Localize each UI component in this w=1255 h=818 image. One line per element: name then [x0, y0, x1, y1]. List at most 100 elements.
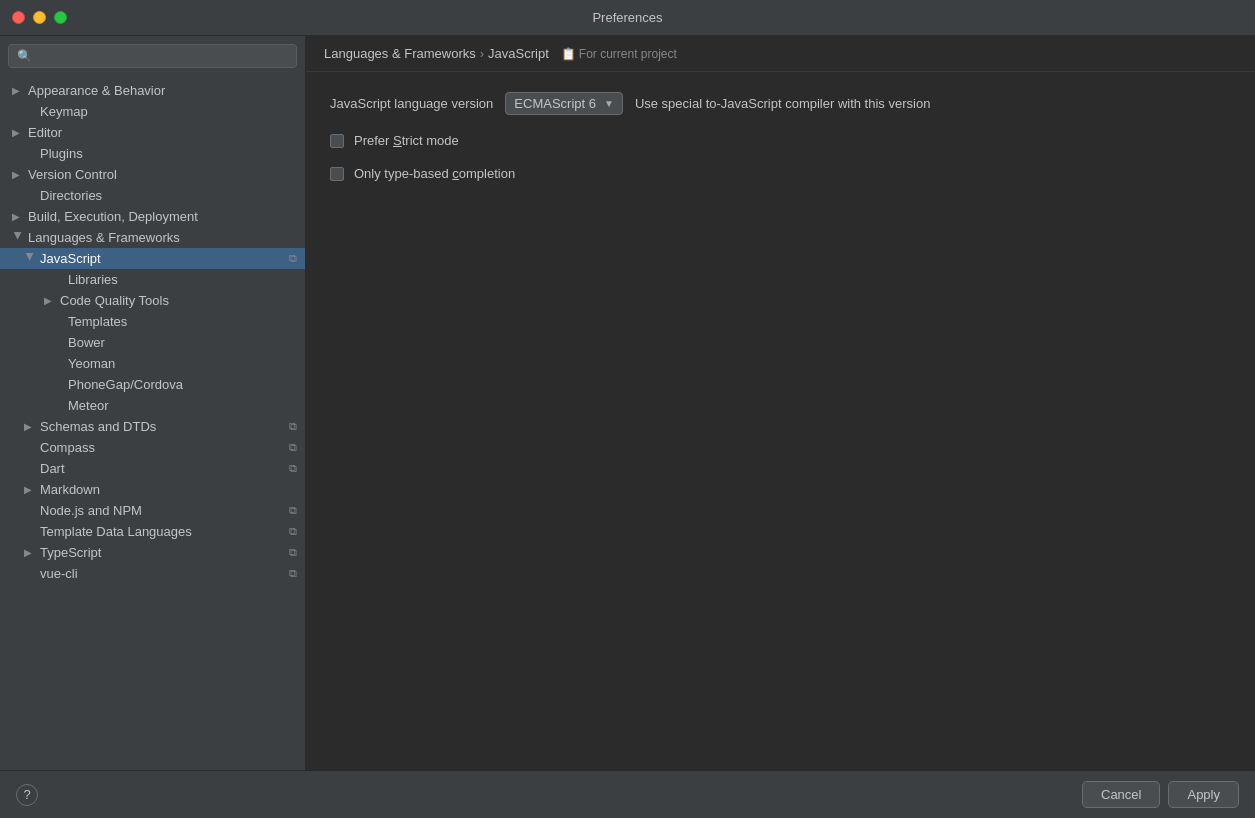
- cancel-button[interactable]: Cancel: [1082, 781, 1160, 808]
- sidebar-item-label: Keymap: [40, 104, 88, 119]
- close-button[interactable]: [12, 11, 25, 24]
- sidebar-item-label: Bower: [68, 335, 105, 350]
- js-version-value: ECMAScript 6: [514, 96, 596, 111]
- sidebar-item-code-quality-tools[interactable]: ▶ Code Quality Tools: [0, 290, 305, 311]
- copy-icon: ⧉: [289, 462, 297, 475]
- title-bar: Preferences: [0, 0, 1255, 36]
- sidebar-item-libraries[interactable]: ▶ Libraries: [0, 269, 305, 290]
- copy-icon: ⧉: [289, 525, 297, 538]
- expand-arrow: ▶: [12, 85, 24, 96]
- copy-icon: ⧉: [289, 567, 297, 580]
- sidebar-item-label: PhoneGap/Cordova: [68, 377, 183, 392]
- copy-icon: ⧉: [289, 546, 297, 559]
- copy-icon: ⧉: [289, 252, 297, 265]
- copy-icon: ⧉: [289, 504, 297, 517]
- search-input[interactable]: [38, 49, 288, 63]
- sidebar-item-label: Schemas and DTDs: [40, 419, 156, 434]
- sidebar-item-label: Appearance & Behavior: [28, 83, 165, 98]
- sidebar-item-label: Dart: [40, 461, 65, 476]
- bottom-buttons: Cancel Apply: [1082, 781, 1239, 808]
- main-panel: Languages & Frameworks › JavaScript 📋 Fo…: [306, 36, 1255, 770]
- sidebar-item-plugins[interactable]: ▶ Plugins: [0, 143, 305, 164]
- project-badge: 📋 For current project: [561, 47, 677, 61]
- bottom-bar: ? Cancel Apply: [0, 770, 1255, 818]
- strict-underline: S: [393, 133, 402, 148]
- sidebar-item-label: TypeScript: [40, 545, 101, 560]
- search-box[interactable]: 🔍: [8, 44, 297, 68]
- apply-button[interactable]: Apply: [1168, 781, 1239, 808]
- search-icon: 🔍: [17, 49, 32, 63]
- copy-icon: ⧉: [289, 441, 297, 454]
- sidebar-item-editor[interactable]: ▶ Editor: [0, 122, 305, 143]
- project-badge-label: For current project: [579, 47, 677, 61]
- sidebar-item-label: Compass: [40, 440, 95, 455]
- js-version-dropdown[interactable]: ECMAScript 6 ▼: [505, 92, 623, 115]
- sidebar-item-javascript[interactable]: ▶ JavaScript ⧉: [0, 248, 305, 269]
- sidebar-item-yeoman[interactable]: ▶ Yeoman: [0, 353, 305, 374]
- maximize-button[interactable]: [54, 11, 67, 24]
- expand-arrow: ▶: [25, 253, 36, 265]
- sidebar-item-vue-cli[interactable]: ▶ vue-cli ⧉: [0, 563, 305, 584]
- sidebar-item-label: Markdown: [40, 482, 100, 497]
- sidebar-item-label: Version Control: [28, 167, 117, 182]
- sidebar-item-bower[interactable]: ▶ Bower: [0, 332, 305, 353]
- only-type-based-checkbox[interactable]: [330, 167, 344, 181]
- sidebar-item-version-control[interactable]: ▶ Version Control: [0, 164, 305, 185]
- prefer-strict-mode-checkbox[interactable]: [330, 134, 344, 148]
- panel-body: JavaScript language version ECMAScript 6…: [306, 72, 1255, 201]
- window-title: Preferences: [592, 10, 662, 25]
- sidebar-item-label: Plugins: [40, 146, 83, 161]
- sidebar-item-label: Directories: [40, 188, 102, 203]
- sidebar-item-label: Languages & Frameworks: [28, 230, 180, 245]
- sidebar-item-typescript[interactable]: ▶ TypeScript ⧉: [0, 542, 305, 563]
- sidebar-item-appearance-behavior[interactable]: ▶ Appearance & Behavior: [0, 80, 305, 101]
- sidebar-item-directories[interactable]: ▶ Directories: [0, 185, 305, 206]
- js-language-version-label: JavaScript language version: [330, 96, 493, 111]
- window-controls: [12, 11, 67, 24]
- sidebar-item-templates[interactable]: ▶ Templates: [0, 311, 305, 332]
- sidebar-item-keymap[interactable]: ▶ Keymap: [0, 101, 305, 122]
- expand-arrow: ▶: [12, 127, 24, 138]
- sidebar-item-label: Yeoman: [68, 356, 115, 371]
- sidebar-item-languages-frameworks[interactable]: ▶ Languages & Frameworks: [0, 227, 305, 248]
- sidebar-item-label: JavaScript: [40, 251, 101, 266]
- sidebar-item-build-execution[interactable]: ▶ Build, Execution, Deployment: [0, 206, 305, 227]
- expand-arrow: ▶: [44, 295, 56, 306]
- sidebar-item-label: Code Quality Tools: [60, 293, 169, 308]
- sidebar-item-label: Meteor: [68, 398, 108, 413]
- sidebar-item-label: Editor: [28, 125, 62, 140]
- breadcrumb-languages-frameworks: Languages & Frameworks: [324, 46, 476, 61]
- sidebar-item-compass[interactable]: ▶ Compass ⧉: [0, 437, 305, 458]
- prefer-strict-mode-row: Prefer Strict mode: [330, 133, 1231, 148]
- sidebar-item-markdown[interactable]: ▶ Markdown: [0, 479, 305, 500]
- sidebar-item-nodejs-npm[interactable]: ▶ Node.js and NPM ⧉: [0, 500, 305, 521]
- expand-arrow: ▶: [24, 484, 36, 495]
- chevron-down-icon: ▼: [604, 98, 614, 109]
- copy-icon: ⧉: [289, 420, 297, 433]
- sidebar-item-label: Templates: [68, 314, 127, 329]
- sidebar-item-meteor[interactable]: ▶ Meteor: [0, 395, 305, 416]
- js-version-description: Use special to-JavaScript compiler with …: [635, 96, 931, 111]
- sidebar-item-label: vue-cli: [40, 566, 78, 581]
- breadcrumb-javascript: JavaScript: [488, 46, 549, 61]
- expand-arrow: ▶: [12, 211, 24, 222]
- completion-underline: c: [452, 166, 459, 181]
- sidebar-tree: ▶ Appearance & Behavior ▶ Keymap ▶ Edito…: [0, 76, 305, 770]
- minimize-button[interactable]: [33, 11, 46, 24]
- expand-arrow: ▶: [24, 421, 36, 432]
- sidebar-item-label: Node.js and NPM: [40, 503, 142, 518]
- sidebar-item-phonegap-cordova[interactable]: ▶ PhoneGap/Cordova: [0, 374, 305, 395]
- prefer-strict-mode-label: Prefer Strict mode: [354, 133, 459, 148]
- project-icon: 📋: [561, 47, 576, 61]
- sidebar-item-template-data-languages[interactable]: ▶ Template Data Languages ⧉: [0, 521, 305, 542]
- only-type-based-label: Only type-based completion: [354, 166, 515, 181]
- expand-arrow: ▶: [24, 547, 36, 558]
- sidebar-item-label: Template Data Languages: [40, 524, 192, 539]
- sidebar-item-label: Build, Execution, Deployment: [28, 209, 198, 224]
- sidebar-item-schemas-dtds[interactable]: ▶ Schemas and DTDs ⧉: [0, 416, 305, 437]
- help-button[interactable]: ?: [16, 784, 38, 806]
- breadcrumb-separator: ›: [480, 46, 484, 61]
- only-type-based-row: Only type-based completion: [330, 166, 1231, 181]
- sidebar-item-dart[interactable]: ▶ Dart ⧉: [0, 458, 305, 479]
- expand-arrow: ▶: [12, 169, 24, 180]
